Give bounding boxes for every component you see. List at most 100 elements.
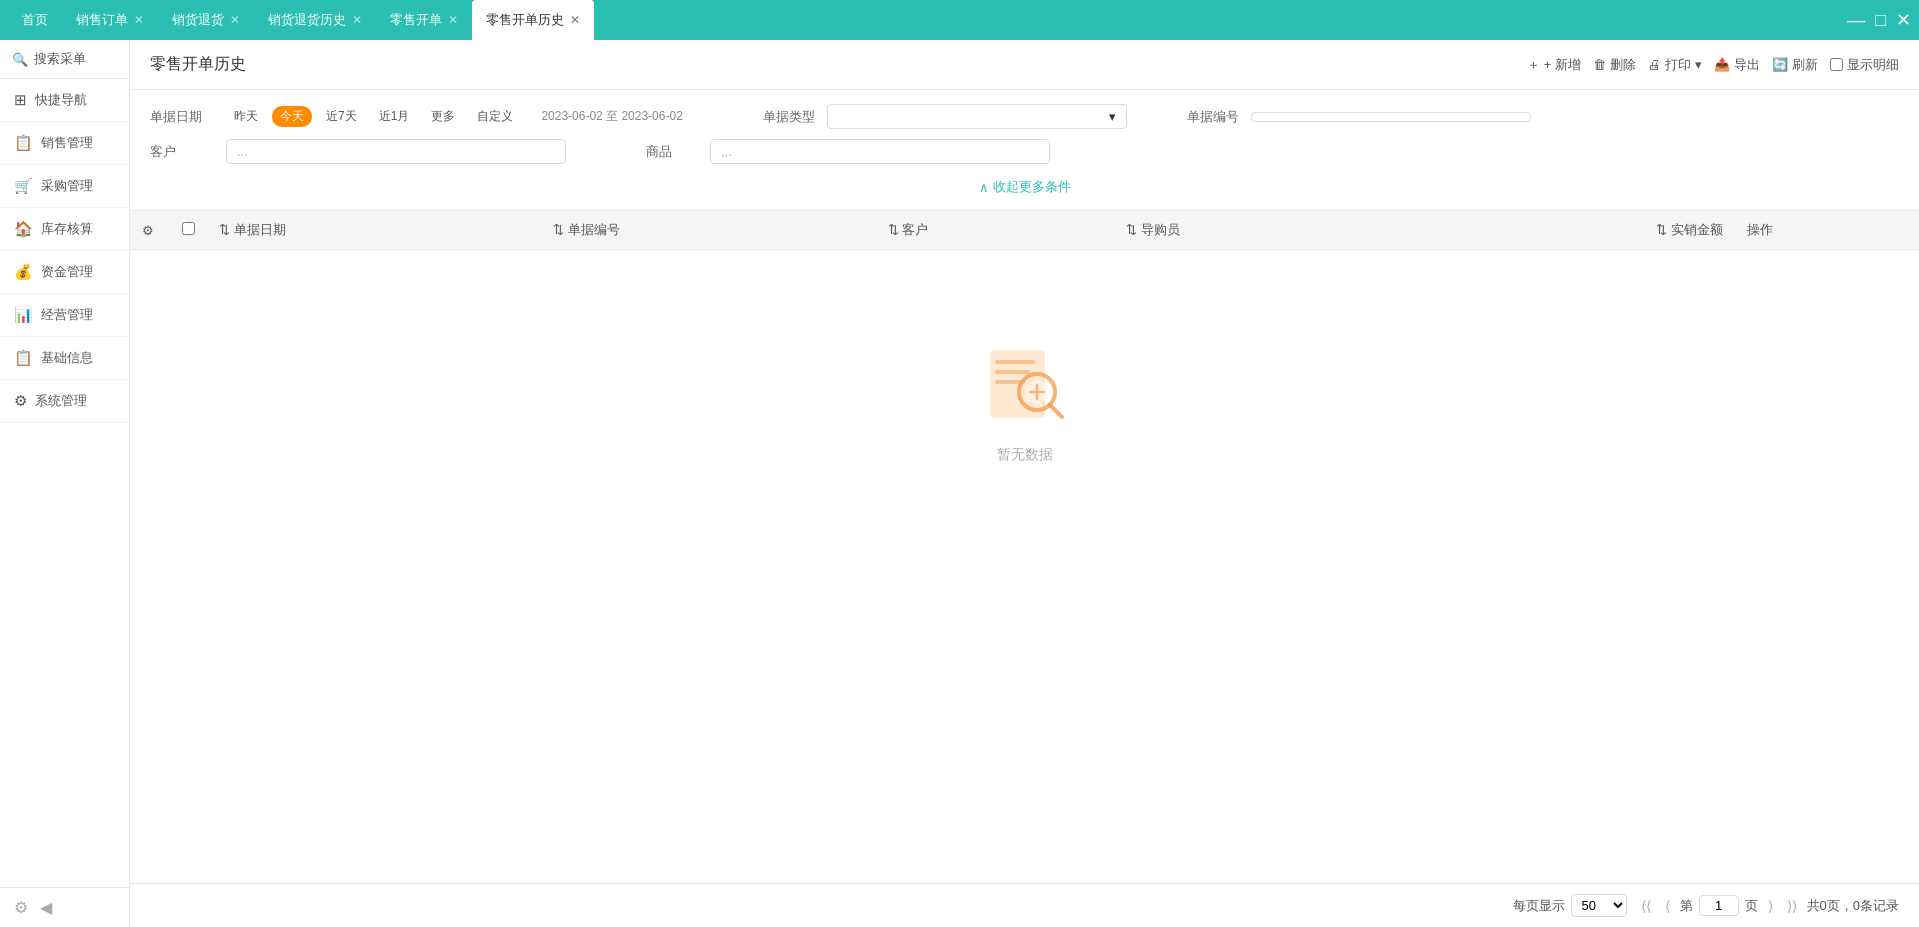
- filter-row-2: 客户 ... 商品 ...: [150, 139, 1899, 164]
- customer-dots: ...: [237, 144, 248, 159]
- type-select[interactable]: ▾: [827, 104, 1127, 129]
- table-area: ⚙ ⇅ 单据日期 ⇅ 单据编号 ⇅ 客户: [130, 211, 1919, 883]
- tab-retail-open[interactable]: 零售开单 ✕: [376, 0, 472, 40]
- th-amount[interactable]: ⇅ 实销金额: [1400, 211, 1734, 250]
- page-number-input[interactable]: [1699, 895, 1739, 916]
- finance-icon: 💰: [14, 263, 33, 281]
- date-opt-more[interactable]: 更多: [423, 106, 463, 127]
- sidebar-item-quick-nav[interactable]: ⊞ 快捷导航: [0, 79, 129, 122]
- page-header: 零售开单历史 ＋ + 新增 🗑 删除 🖨 打印 ▾ 📤 导出: [130, 40, 1919, 90]
- sidebar: 🔍 搜索采单 ⊞ 快捷导航 📋 销售管理 🛒 采购管理 🏠 库存核算 💰: [0, 40, 130, 927]
- delete-icon: 🗑: [1593, 57, 1606, 72]
- export-icon: 📤: [1714, 57, 1730, 72]
- toolbar: ＋ + 新增 🗑 删除 🖨 打印 ▾ 📤 导出 🔄: [1527, 56, 1899, 74]
- date-opt-custom[interactable]: 自定义: [469, 106, 521, 127]
- date-opt-today[interactable]: 今天: [272, 106, 312, 127]
- inventory-icon: 🏠: [14, 220, 33, 238]
- pagination-bar: 每页显示 50 10 20 100 ⟨⟨ ⟨ 第 页 ⟩ ⟩⟩ 共0页，0条记录: [130, 883, 1919, 927]
- customer-label: 客户: [150, 143, 206, 161]
- th-gear[interactable]: ⚙: [130, 211, 170, 250]
- th-customer[interactable]: ⇅ 客户: [876, 211, 1114, 250]
- add-button[interactable]: ＋ + 新增: [1527, 56, 1581, 74]
- sidebar-item-inventory[interactable]: 🏠 库存核算: [0, 208, 129, 251]
- sidebar-item-finance[interactable]: 💰 资金管理: [0, 251, 129, 294]
- th-action: 操作: [1735, 211, 1919, 250]
- minimize-button[interactable]: —: [1847, 10, 1865, 31]
- print-chevron-icon: ▾: [1695, 57, 1702, 72]
- page-size-select: 每页显示 50 10 20 100: [1513, 894, 1627, 917]
- tab-close-sales-order[interactable]: ✕: [134, 13, 144, 27]
- prev-page-button[interactable]: ⟨: [1661, 896, 1674, 916]
- th-number[interactable]: ⇅ 单据编号: [541, 211, 875, 250]
- product-dots: ...: [721, 144, 732, 159]
- tab-close-retail-open[interactable]: ✕: [448, 13, 458, 27]
- th-check[interactable]: [170, 211, 207, 250]
- type-chevron-icon: ▾: [1109, 109, 1116, 124]
- collapse-button[interactable]: ∧ 收起更多条件: [979, 178, 1071, 196]
- page-label-prefix: 第: [1680, 897, 1693, 915]
- sidebar-collapse-icon[interactable]: ◀: [40, 898, 52, 917]
- tab-home[interactable]: 首页: [8, 0, 62, 40]
- maximize-button[interactable]: □: [1875, 10, 1886, 31]
- per-page-dropdown[interactable]: 50 10 20 100: [1571, 894, 1627, 917]
- refresh-button[interactable]: 🔄 刷新: [1772, 56, 1818, 74]
- tab-retail-open-history[interactable]: 零售开单历史 ✕: [472, 0, 594, 40]
- th-date[interactable]: ⇅ 单据日期: [207, 211, 541, 250]
- first-page-button[interactable]: ⟨⟨: [1637, 896, 1655, 916]
- empty-row: 暂无数据: [130, 250, 1919, 545]
- display-detail-checkbox[interactable]: [1830, 58, 1843, 71]
- data-table: ⚙ ⇅ 单据日期 ⇅ 单据编号 ⇅ 客户: [130, 211, 1919, 544]
- date-opt-1month[interactable]: 近1月: [371, 106, 418, 127]
- basic-info-icon: 📋: [14, 349, 33, 367]
- sort-icon-date: ⇅: [219, 222, 230, 237]
- tab-close-retail-open-history[interactable]: ✕: [570, 13, 580, 27]
- empty-text: 暂无数据: [997, 446, 1053, 464]
- number-label: 单据编号: [1187, 108, 1243, 126]
- number-input[interactable]: [1251, 112, 1531, 122]
- svg-line-6: [1050, 405, 1062, 417]
- sidebar-item-basic-info[interactable]: 📋 基础信息: [0, 337, 129, 380]
- per-page-label: 每页显示: [1513, 897, 1565, 915]
- date-opt-7days[interactable]: 近7天: [318, 106, 365, 127]
- sidebar-search[interactable]: 🔍 搜索采单: [0, 40, 129, 79]
- filter-date-options: 昨天 今天 近7天 近1月 更多 自定义: [226, 106, 521, 127]
- search-icon: 🔍: [12, 52, 28, 67]
- next-page-button[interactable]: ⟩: [1764, 896, 1777, 916]
- tab-close-sales-return[interactable]: ✕: [230, 13, 240, 27]
- display-detail-toggle[interactable]: 显示明细: [1830, 56, 1899, 74]
- sort-icon-customer: ⇅: [888, 222, 899, 237]
- delete-button[interactable]: 🗑 删除: [1593, 56, 1636, 74]
- last-page-button[interactable]: ⟩⟩: [1783, 896, 1801, 916]
- export-button[interactable]: 📤 导出: [1714, 56, 1760, 74]
- business-icon: 📊: [14, 306, 33, 324]
- sort-icon-number: ⇅: [553, 222, 564, 237]
- select-all-checkbox[interactable]: [182, 222, 195, 235]
- empty-state: 暂无数据: [130, 250, 1919, 544]
- tab-close-sales-return-history[interactable]: ✕: [352, 13, 362, 27]
- filter-area: 单据日期 昨天 今天 近7天 近1月 更多 自定义 2023-06-02 至 2…: [130, 90, 1919, 211]
- purchase-mgmt-icon: 🛒: [14, 177, 33, 195]
- sidebar-item-sales-mgmt[interactable]: 📋 销售管理: [0, 122, 129, 165]
- content-area: 零售开单历史 ＋ + 新增 🗑 删除 🖨 打印 ▾ 📤 导出: [130, 40, 1919, 927]
- close-button[interactable]: ✕: [1896, 9, 1911, 31]
- th-guide[interactable]: ⇅ 导购员: [1114, 211, 1400, 250]
- sidebar-item-system[interactable]: ⚙ 系统管理: [0, 380, 129, 423]
- tab-sales-order[interactable]: 销售订单 ✕: [62, 0, 158, 40]
- print-button[interactable]: 🖨 打印 ▾: [1648, 56, 1702, 74]
- product-input[interactable]: ...: [710, 139, 1050, 164]
- tab-sales-return[interactable]: 销货退货 ✕: [158, 0, 254, 40]
- date-opt-yesterday[interactable]: 昨天: [226, 106, 266, 127]
- customer-input[interactable]: ...: [226, 139, 566, 164]
- sidebar-bottom: ⚙ ◀: [0, 887, 129, 927]
- table-header-row: ⚙ ⇅ 单据日期 ⇅ 单据编号 ⇅ 客户: [130, 211, 1919, 250]
- sidebar-item-business[interactable]: 📊 经营管理: [0, 294, 129, 337]
- sort-icon-amount: ⇅: [1656, 222, 1667, 237]
- tab-sales-return-history[interactable]: 销货退货历史 ✕: [254, 0, 376, 40]
- date-label: 单据日期: [150, 108, 206, 126]
- product-label: 商品: [646, 143, 702, 161]
- sidebar-item-purchase-mgmt[interactable]: 🛒 采购管理: [0, 165, 129, 208]
- sort-icon-guide: ⇅: [1126, 222, 1137, 237]
- sidebar-settings-icon[interactable]: ⚙: [14, 898, 28, 917]
- main-layout: 🔍 搜索采单 ⊞ 快捷导航 📋 销售管理 🛒 采购管理 🏠 库存核算 💰: [0, 40, 1919, 927]
- add-icon: ＋: [1527, 56, 1540, 74]
